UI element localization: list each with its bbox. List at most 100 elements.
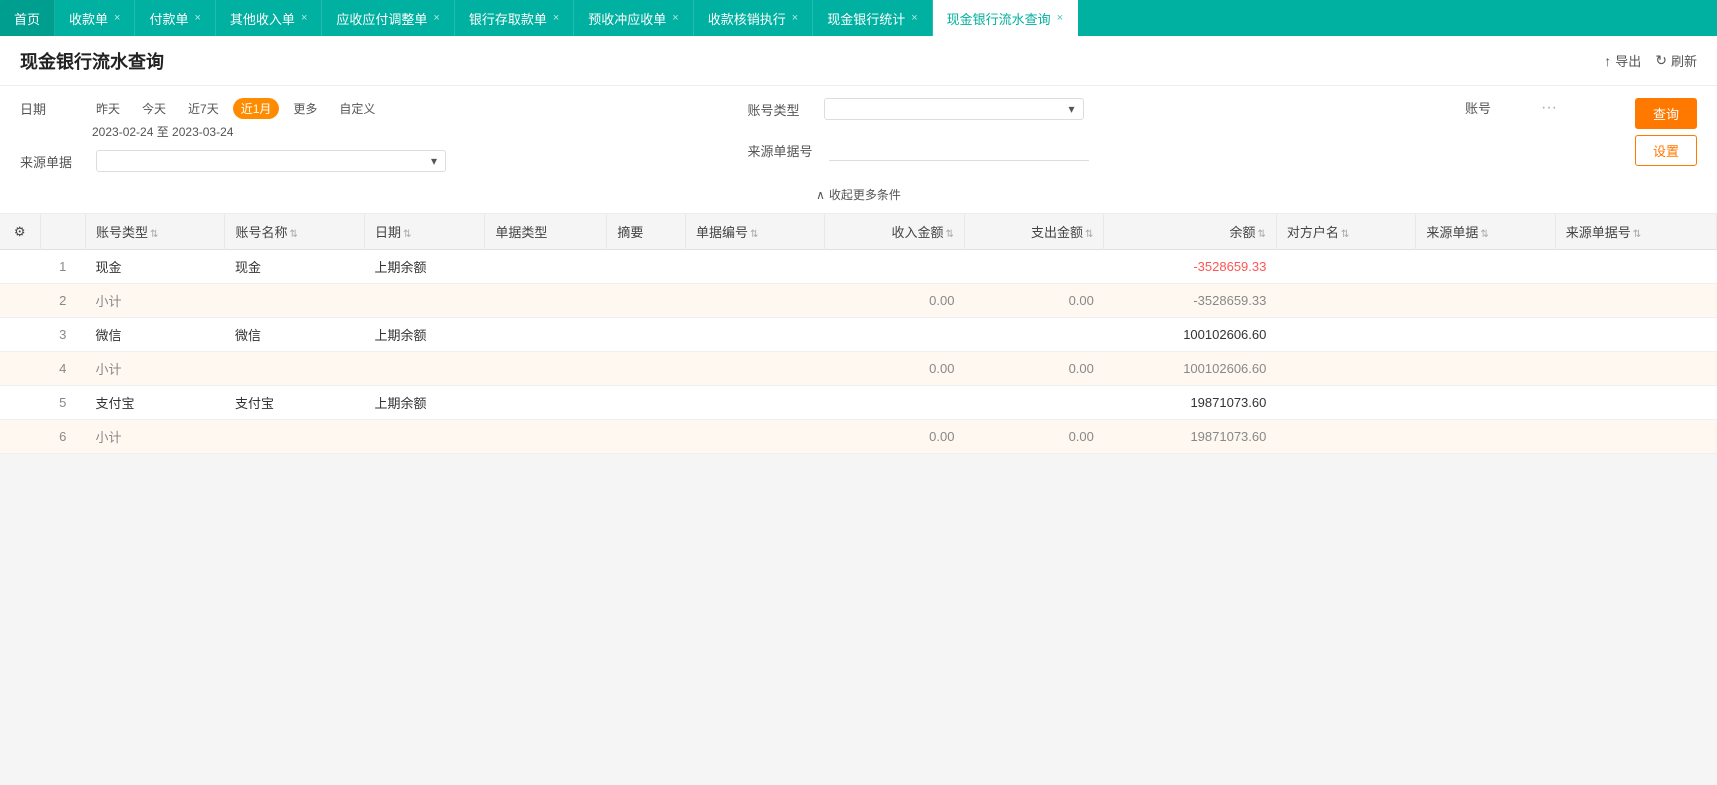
refresh-button[interactable]: ↻ 刷新 — [1655, 51, 1697, 70]
nav-home[interactable]: 首页 — [0, 0, 55, 36]
row-source-doc — [1416, 420, 1555, 454]
row-account-type: 支付宝 — [86, 386, 225, 420]
account-type-label: 账号类型 — [748, 100, 808, 119]
row-doc-no — [686, 352, 825, 386]
col-account-type[interactable]: 账号类型⇅ — [86, 214, 225, 250]
nav-payments[interactable]: 付款单 × — [135, 0, 215, 36]
nav-receipts[interactable]: 收款单 × — [55, 0, 135, 36]
nav-cash-bank-stats[interactable]: 现金银行统计 × — [813, 0, 932, 36]
row-account-name: 支付宝 — [225, 386, 364, 420]
page-header: 现金银行流水查询 ↑ 导出 ↻ 刷新 — [0, 36, 1717, 86]
row-expense: 0.00 — [964, 284, 1103, 318]
col-num — [40, 214, 86, 250]
collapse-filters-button[interactable]: ∧ 收起更多条件 — [20, 182, 1697, 205]
sort-icon: ⇅ — [1480, 229, 1488, 240]
top-nav: 首页 收款单 × 付款单 × 其他收入单 × 应收应付调整单 × 银行存取款单 … — [0, 0, 1717, 36]
row-account-type: 现金 — [86, 250, 225, 284]
sort-icon: ⇅ — [1341, 229, 1349, 240]
date-range-display: 2023-02-24 至 2023-03-24 — [92, 125, 233, 139]
row-counterparty — [1276, 250, 1415, 284]
table-row[interactable]: 6 小计 0.00 0.00 19871073.60 — [0, 420, 1717, 454]
row-income — [825, 318, 964, 352]
account-no-dots[interactable]: ··· — [1541, 99, 1557, 117]
close-icon[interactable]: × — [433, 12, 439, 24]
col-income[interactable]: 收入金额⇅ — [825, 214, 964, 250]
date-yesterday[interactable]: 昨天 — [88, 98, 128, 119]
row-doc-no — [686, 284, 825, 318]
close-icon[interactable]: × — [553, 12, 559, 24]
row-date — [364, 420, 484, 454]
row-source-doc-no — [1555, 352, 1716, 386]
settings-button[interactable]: 设置 — [1635, 135, 1697, 166]
nav-ar-ap-adjust[interactable]: 应收应付调整单 × — [322, 0, 454, 36]
col-source-doc-no[interactable]: 来源单据号⇅ — [1555, 214, 1716, 250]
close-icon[interactable]: × — [194, 12, 200, 24]
col-balance[interactable]: 余额⇅ — [1104, 214, 1276, 250]
row-source-doc-no — [1555, 284, 1716, 318]
row-expense: 0.00 — [964, 420, 1103, 454]
close-icon[interactable]: × — [114, 12, 120, 24]
table-row[interactable]: 4 小计 0.00 0.00 100102606.60 — [0, 352, 1717, 386]
row-account-name: 微信 — [225, 318, 364, 352]
date-today[interactable]: 今天 — [134, 98, 174, 119]
header-actions: ↑ 导出 ↻ 刷新 — [1604, 51, 1697, 70]
col-source-doc[interactable]: 来源单据⇅ — [1416, 214, 1555, 250]
sort-icon: ⇅ — [1633, 229, 1641, 240]
col-account-name[interactable]: 账号名称⇅ — [225, 214, 364, 250]
table-row[interactable]: 2 小计 0.00 0.00 -3528659.33 — [0, 284, 1717, 318]
col-date[interactable]: 日期⇅ — [364, 214, 484, 250]
row-source-doc — [1416, 386, 1555, 420]
chevron-down-icon: ▾ — [1068, 102, 1074, 116]
nav-receipt-verify[interactable]: 收款核销执行 × — [694, 0, 813, 36]
date-7days[interactable]: 近7天 — [180, 98, 227, 119]
nav-advance-offset[interactable]: 预收冲应收单 × — [574, 0, 693, 36]
close-icon[interactable]: × — [911, 12, 917, 24]
close-icon[interactable]: × — [792, 12, 798, 24]
row-counterparty — [1276, 420, 1415, 454]
row-counterparty — [1276, 284, 1415, 318]
export-button[interactable]: ↑ 导出 — [1604, 51, 1641, 70]
row-source-doc-no — [1555, 420, 1716, 454]
nav-bank-deposit[interactable]: 银行存取款单 × — [455, 0, 574, 36]
table-row[interactable]: 5 支付宝 支付宝 上期余额 19871073.60 — [0, 386, 1717, 420]
close-icon[interactable]: × — [672, 12, 678, 24]
nav-other-income[interactable]: 其他收入单 × — [216, 0, 322, 36]
row-expense — [964, 250, 1103, 284]
row-account-name — [225, 420, 364, 454]
source-doc-no-input[interactable] — [829, 140, 1089, 161]
row-settings-cell — [0, 352, 40, 386]
row-source-doc-no — [1555, 386, 1716, 420]
col-settings[interactable]: ⚙ — [0, 214, 40, 250]
source-doc-select[interactable]: ▾ — [96, 150, 446, 172]
table-row[interactable]: 1 现金 现金 上期余额 -3528659.33 — [0, 250, 1717, 284]
sort-icon: ⇅ — [150, 229, 158, 240]
row-source-doc-no — [1555, 318, 1716, 352]
row-counterparty — [1276, 318, 1415, 352]
date-custom[interactable]: 自定义 — [331, 98, 383, 119]
row-doc-type — [485, 250, 607, 284]
query-button[interactable]: 查询 — [1635, 98, 1697, 129]
row-num: 6 — [40, 420, 86, 454]
sort-icon: ⇅ — [946, 229, 954, 240]
sort-icon: ⇅ — [1257, 229, 1265, 240]
row-num: 3 — [40, 318, 86, 352]
row-source-doc — [1416, 318, 1555, 352]
date-1month[interactable]: 近1月 — [233, 98, 280, 119]
row-expense: 0.00 — [964, 352, 1103, 386]
table-row[interactable]: 3 微信 微信 上期余额 100102606.60 — [0, 318, 1717, 352]
close-icon[interactable]: × — [301, 12, 307, 24]
sort-icon: ⇅ — [1085, 229, 1093, 240]
row-settings-cell — [0, 318, 40, 352]
date-more[interactable]: 更多 — [285, 98, 325, 119]
row-expense — [964, 318, 1103, 352]
row-income — [825, 250, 964, 284]
col-expense[interactable]: 支出金额⇅ — [964, 214, 1103, 250]
sort-icon: ⇅ — [750, 229, 758, 240]
account-type-select[interactable]: ▾ — [824, 98, 1084, 120]
nav-cash-bank-flow[interactable]: 现金银行流水查询 × — [933, 0, 1078, 36]
account-no-label: 账号 — [1465, 98, 1525, 117]
row-doc-type — [485, 420, 607, 454]
col-counterparty[interactable]: 对方户名⇅ — [1276, 214, 1415, 250]
close-icon[interactable]: × — [1057, 12, 1063, 24]
col-doc-no[interactable]: 单据编号⇅ — [686, 214, 825, 250]
